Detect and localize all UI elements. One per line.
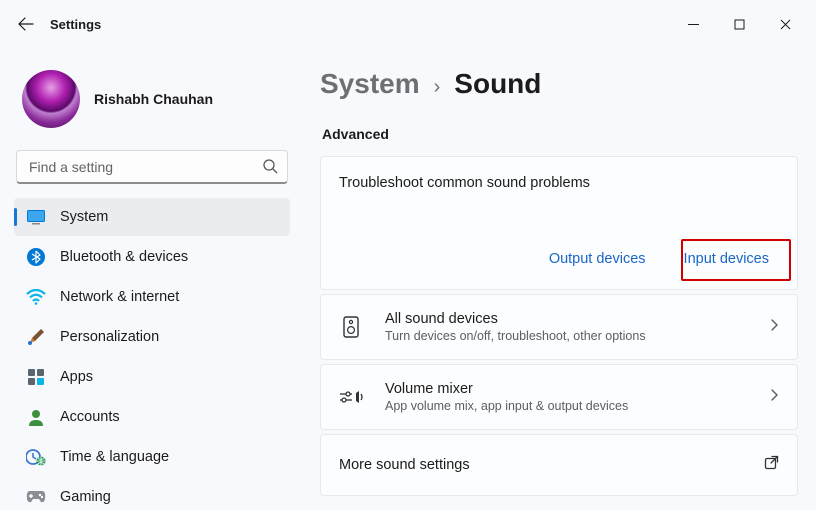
- sidebar-item-label: Bluetooth & devices: [60, 249, 188, 265]
- main-content: System › Sound Advanced Troubleshoot com…: [300, 48, 816, 510]
- profile-block[interactable]: Rishabh Chauhan: [14, 56, 290, 150]
- breadcrumb-parent[interactable]: System: [320, 68, 420, 100]
- profile-name: Rishabh Chauhan: [94, 91, 213, 107]
- sidebar-item-label: Accounts: [60, 409, 120, 425]
- input-devices-button[interactable]: Input devices: [674, 245, 779, 273]
- avatar: [22, 70, 80, 128]
- window-title: Settings: [50, 17, 101, 32]
- window-controls: [670, 8, 808, 40]
- bluetooth-icon: [26, 247, 46, 267]
- close-icon: [780, 19, 791, 30]
- system-icon: [26, 207, 46, 227]
- sidebar-item-system[interactable]: System: [14, 198, 290, 236]
- sidebar-item-gaming[interactable]: Gaming: [14, 478, 290, 510]
- minimize-button[interactable]: [670, 8, 716, 40]
- titlebar: Settings: [0, 0, 816, 48]
- volume-mixer-row[interactable]: Volume mixer App volume mix, app input &…: [320, 364, 798, 430]
- apps-icon: [26, 367, 46, 387]
- sidebar-item-label: Time & language: [60, 449, 169, 465]
- troubleshoot-title: Troubleshoot common sound problems: [339, 175, 779, 191]
- chevron-right-icon: [769, 318, 779, 337]
- clock-globe-icon: [26, 447, 46, 467]
- row-title: More sound settings: [339, 457, 470, 473]
- row-title: All sound devices: [385, 311, 769, 327]
- sidebar-item-label: Gaming: [60, 489, 111, 505]
- mixer-icon: [339, 389, 363, 405]
- person-icon: [26, 407, 46, 427]
- chevron-right-icon: [769, 388, 779, 407]
- wifi-icon: [26, 287, 46, 307]
- back-arrow-icon: [18, 16, 34, 32]
- sidebar-item-label: Network & internet: [60, 289, 179, 305]
- sidebar-item-bluetooth[interactable]: Bluetooth & devices: [14, 238, 290, 276]
- sidebar-item-label: System: [60, 209, 108, 225]
- more-sound-settings-row[interactable]: More sound settings: [320, 434, 798, 496]
- search-input[interactable]: [16, 150, 288, 184]
- row-subtitle: Turn devices on/off, troubleshoot, other…: [385, 329, 769, 343]
- row-subtitle: App volume mix, app input & output devic…: [385, 399, 769, 413]
- gamepad-icon: [26, 487, 46, 507]
- search-icon: [262, 158, 278, 179]
- troubleshoot-card: Troubleshoot common sound problems Outpu…: [320, 156, 798, 290]
- sidebar: Rishabh Chauhan System Bluetooth & devic…: [0, 48, 300, 510]
- close-button[interactable]: [762, 8, 808, 40]
- sidebar-item-apps[interactable]: Apps: [14, 358, 290, 396]
- speaker-device-icon: [339, 316, 363, 338]
- chevron-right-icon: ›: [434, 76, 441, 99]
- sidebar-item-network[interactable]: Network & internet: [14, 278, 290, 316]
- output-devices-button[interactable]: Output devices: [539, 245, 656, 273]
- sidebar-item-time-language[interactable]: Time & language: [14, 438, 290, 476]
- row-title: Volume mixer: [385, 381, 769, 397]
- sidebar-item-personalization[interactable]: Personalization: [14, 318, 290, 356]
- maximize-icon: [734, 19, 745, 30]
- maximize-button[interactable]: [716, 8, 762, 40]
- minimize-icon: [688, 19, 699, 30]
- sidebar-item-label: Apps: [60, 369, 93, 385]
- breadcrumb-current: Sound: [454, 68, 541, 100]
- back-button[interactable]: [8, 6, 44, 42]
- search-wrap: [16, 150, 288, 184]
- all-sound-devices-row[interactable]: All sound devices Turn devices on/off, t…: [320, 294, 798, 360]
- nav: System Bluetooth & devices Network & int…: [14, 198, 290, 510]
- brush-icon: [26, 327, 46, 347]
- breadcrumb: System › Sound: [320, 68, 798, 100]
- sidebar-item-accounts[interactable]: Accounts: [14, 398, 290, 436]
- section-heading-advanced: Advanced: [322, 126, 798, 142]
- sidebar-item-label: Personalization: [60, 329, 159, 345]
- open-external-icon: [764, 455, 779, 475]
